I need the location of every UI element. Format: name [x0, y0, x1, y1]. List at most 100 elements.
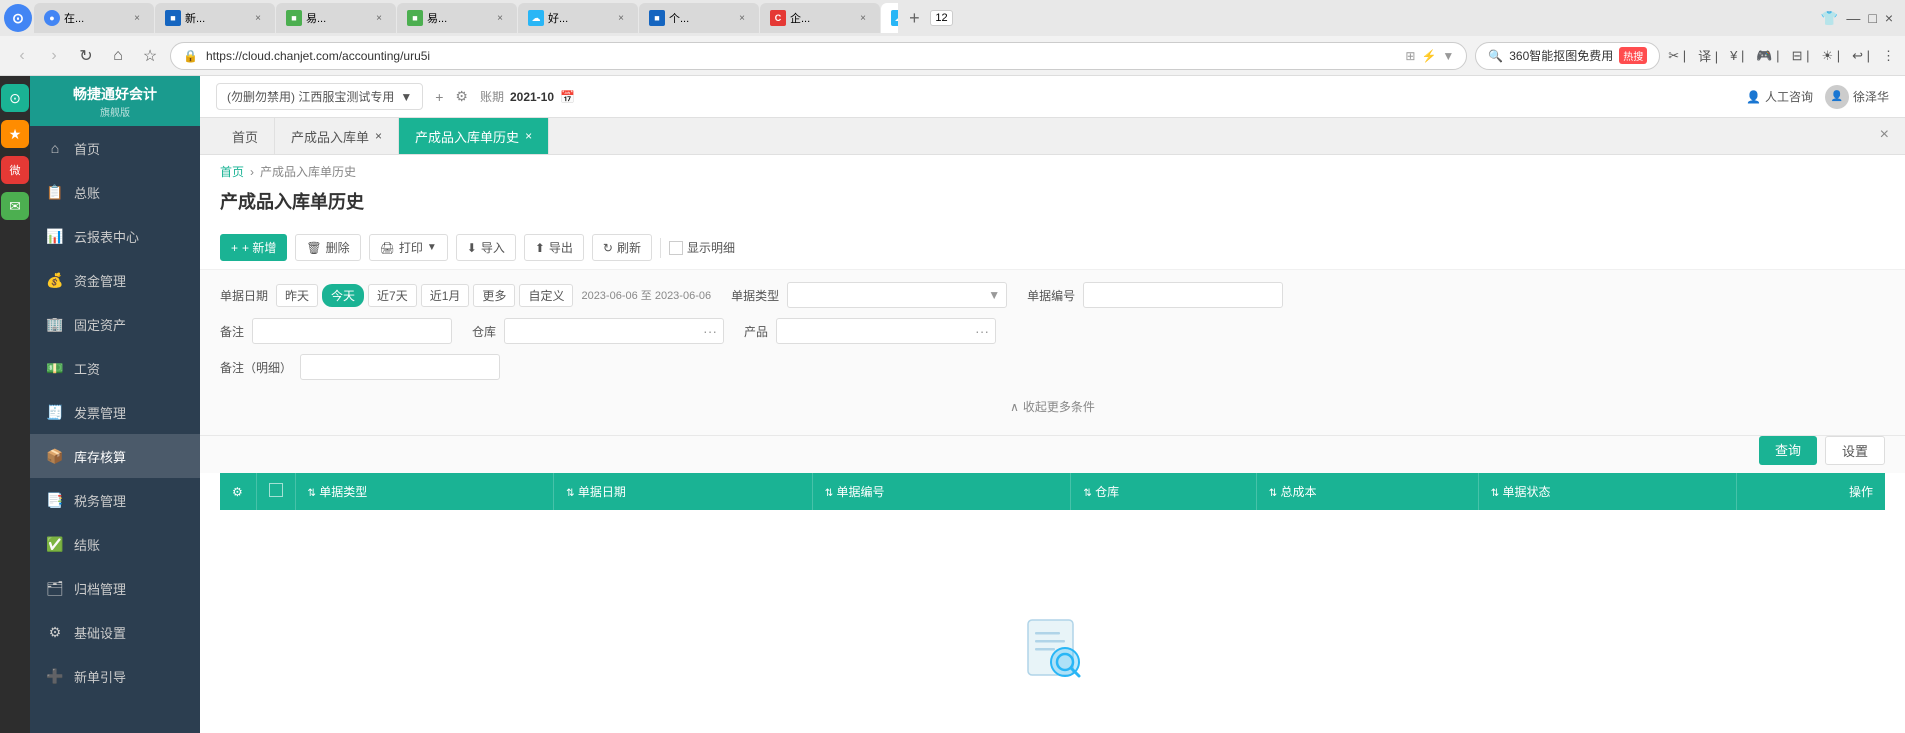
sidebar-item-inventory[interactable]: 📦 库存核算 [30, 434, 200, 478]
date-btn-custom[interactable]: 自定义 [519, 284, 573, 307]
customer-service-button[interactable]: 👤 人工咨询 [1746, 88, 1813, 105]
tab-8[interactable]: ☁ 好... × [881, 3, 898, 33]
tab-1[interactable]: ● 在... × [34, 3, 154, 33]
sidebar-item-archive[interactable]: 🗂 归档管理 [30, 566, 200, 610]
browser-logo[interactable]: ⊙ [4, 4, 32, 32]
refresh-button[interactable]: ↻ 刷新 [592, 234, 652, 261]
sidebar-item-report[interactable]: 📊 云报表中心 [30, 214, 200, 258]
sidebar-item-home[interactable]: ⌂ 首页 [30, 126, 200, 170]
sidebar-item-newbill[interactable]: ➕ 新单引导 [30, 654, 200, 698]
import-button[interactable]: ⬇ 导入 [456, 234, 516, 261]
tab-2[interactable]: ■ 新... × [155, 3, 275, 33]
nav-brand[interactable]: 畅捷通好会计 旗舰版 [30, 76, 200, 126]
user-profile[interactable]: 👤 徐泽华 [1825, 85, 1889, 109]
app-icon-weibo[interactable]: 微 [1, 156, 29, 184]
layout-button[interactable]: ⊟ | [1792, 48, 1810, 64]
col-number[interactable]: ⇅ 单据编号 [812, 473, 1071, 510]
col-status[interactable]: ⇅ 单据状态 [1478, 473, 1737, 510]
new-tab-button[interactable]: + [900, 4, 928, 32]
tab-3[interactable]: ■ 易... × [276, 3, 396, 33]
date-btn-more[interactable]: 更多 [473, 284, 515, 307]
type-select[interactable]: ▼ [787, 282, 1007, 308]
col-settings[interactable]: ⚙ [220, 473, 256, 510]
export-button[interactable]: ⬆ 导出 [524, 234, 584, 261]
sun-button[interactable]: ☀ | [1821, 48, 1840, 64]
scissors-button[interactable]: ✂ | [1668, 48, 1686, 64]
date-btn-yesterday[interactable]: 昨天 [276, 284, 318, 307]
sidebar-item-invoice[interactable]: 🧾 发票管理 [30, 390, 200, 434]
tab-6-close[interactable]: × [735, 11, 749, 25]
col-check[interactable] [256, 473, 295, 510]
tab-list-close[interactable]: × [375, 129, 382, 143]
remark-input[interactable] [252, 318, 452, 344]
lightning-icon[interactable]: ⚡ [1421, 49, 1436, 63]
tab-6[interactable]: ■ 个... × [639, 3, 759, 33]
chevron-down-icon[interactable]: ▼ [1442, 49, 1454, 63]
col-date[interactable]: ⇅ 单据日期 [554, 473, 813, 510]
sidebar-item-checkout[interactable]: ✅ 结账 [30, 522, 200, 566]
tab-7[interactable]: C 企... × [760, 3, 880, 33]
app-icon-chanjet[interactable]: ⊙ [1, 84, 29, 112]
back-button[interactable]: ‹ [10, 44, 34, 68]
tab-1-close[interactable]: × [130, 11, 144, 25]
tab-5[interactable]: ☁ 好... × [518, 3, 638, 33]
col-warehouse[interactable]: ⇅ 仓库 [1071, 473, 1256, 510]
date-btn-7days[interactable]: 近7天 [368, 284, 417, 307]
url-bar[interactable]: 🔒 https://cloud.chanjet.com/accounting/u… [170, 42, 1467, 70]
tab-page-list[interactable]: 产成品入库单 × [275, 118, 399, 154]
add-account-button[interactable]: + [435, 89, 443, 105]
tab-page-history[interactable]: 产成品入库单历史 × [399, 118, 549, 154]
tab-5-close[interactable]: × [614, 11, 628, 25]
sidebar-item-ledger[interactable]: 📋 总账 [30, 170, 200, 214]
col-type[interactable]: ⇅ 单据类型 [295, 473, 554, 510]
col-total-cost[interactable]: ⇅ 总成本 [1256, 473, 1478, 510]
detail-remark-input[interactable] [300, 354, 500, 380]
translate-button[interactable]: 译 | [1698, 46, 1718, 65]
show-columns-toggle[interactable]: 显示明细 [669, 239, 735, 256]
sidebar-item-payroll[interactable]: 💵 工资 [30, 346, 200, 390]
game-button[interactable]: 🎮 | [1756, 48, 1779, 64]
shirt-icon[interactable]: 👕 [1821, 10, 1838, 27]
breadcrumb-home[interactable]: 首页 [220, 163, 244, 180]
sidebar-item-fund[interactable]: 💰 资金管理 [30, 258, 200, 302]
tab-4[interactable]: ■ 易... × [397, 3, 517, 33]
warehouse-select[interactable]: ··· [504, 318, 724, 344]
settings-button[interactable]: 设置 [1825, 436, 1885, 465]
calendar-icon[interactable]: 📅 [560, 90, 575, 104]
add-button[interactable]: + + 新增 [220, 234, 287, 261]
tab-3-close[interactable]: × [372, 11, 386, 25]
date-btn-1month[interactable]: 近1月 [421, 284, 470, 307]
delete-button[interactable]: 🗑 删除 [295, 234, 360, 261]
select-all-checkbox[interactable] [269, 483, 283, 497]
settings-gear-button[interactable]: ⚙ [455, 88, 468, 105]
account-selector[interactable]: (勿删勿禁用) 江西服宝测试专用 ▼ [216, 83, 423, 110]
home-button[interactable]: ⌂ [106, 44, 130, 68]
sidebar-item-settings[interactable]: ⚙ 基础设置 [30, 610, 200, 654]
query-button[interactable]: 查询 [1759, 436, 1817, 465]
print-button[interactable]: 🖨 打印 ▼ [369, 234, 448, 261]
forward-button[interactable]: › [42, 44, 66, 68]
tab-7-close[interactable]: × [856, 11, 870, 25]
app-icon-star[interactable]: ★ [1, 120, 29, 148]
collapse-button[interactable]: ∧ 收起更多条件 [998, 394, 1107, 419]
date-btn-today[interactable]: 今天 [322, 284, 364, 307]
tab-history-close[interactable]: × [525, 129, 532, 143]
close-panel-button[interactable]: × [1880, 126, 1889, 144]
product-select[interactable]: ··· [776, 318, 996, 344]
tab-2-close[interactable]: × [251, 11, 265, 25]
maximize-button[interactable]: □ [1868, 10, 1876, 26]
tab-4-close[interactable]: × [493, 11, 507, 25]
more-button[interactable]: ⋮ [1882, 48, 1895, 64]
bookmark-button[interactable]: ☆ [138, 44, 162, 68]
sidebar-item-asset[interactable]: 🏢 固定资产 [30, 302, 200, 346]
sidebar-item-tax[interactable]: 📑 税务管理 [30, 478, 200, 522]
undo-button[interactable]: ↩ | [1852, 48, 1870, 64]
grid-icon[interactable]: ⊞ [1405, 49, 1415, 63]
minimize-button[interactable]: — [1846, 10, 1860, 26]
search-bar[interactable]: 🔍 360智能抠图免费用 热搜 [1475, 42, 1660, 70]
tab-page-home[interactable]: 首页 [216, 118, 275, 154]
show-columns-checkbox[interactable] [669, 241, 683, 255]
reload-button[interactable]: ↻ [74, 44, 98, 68]
close-button[interactable]: × [1885, 10, 1893, 26]
app-icon-mail[interactable]: ✉ [1, 192, 29, 220]
